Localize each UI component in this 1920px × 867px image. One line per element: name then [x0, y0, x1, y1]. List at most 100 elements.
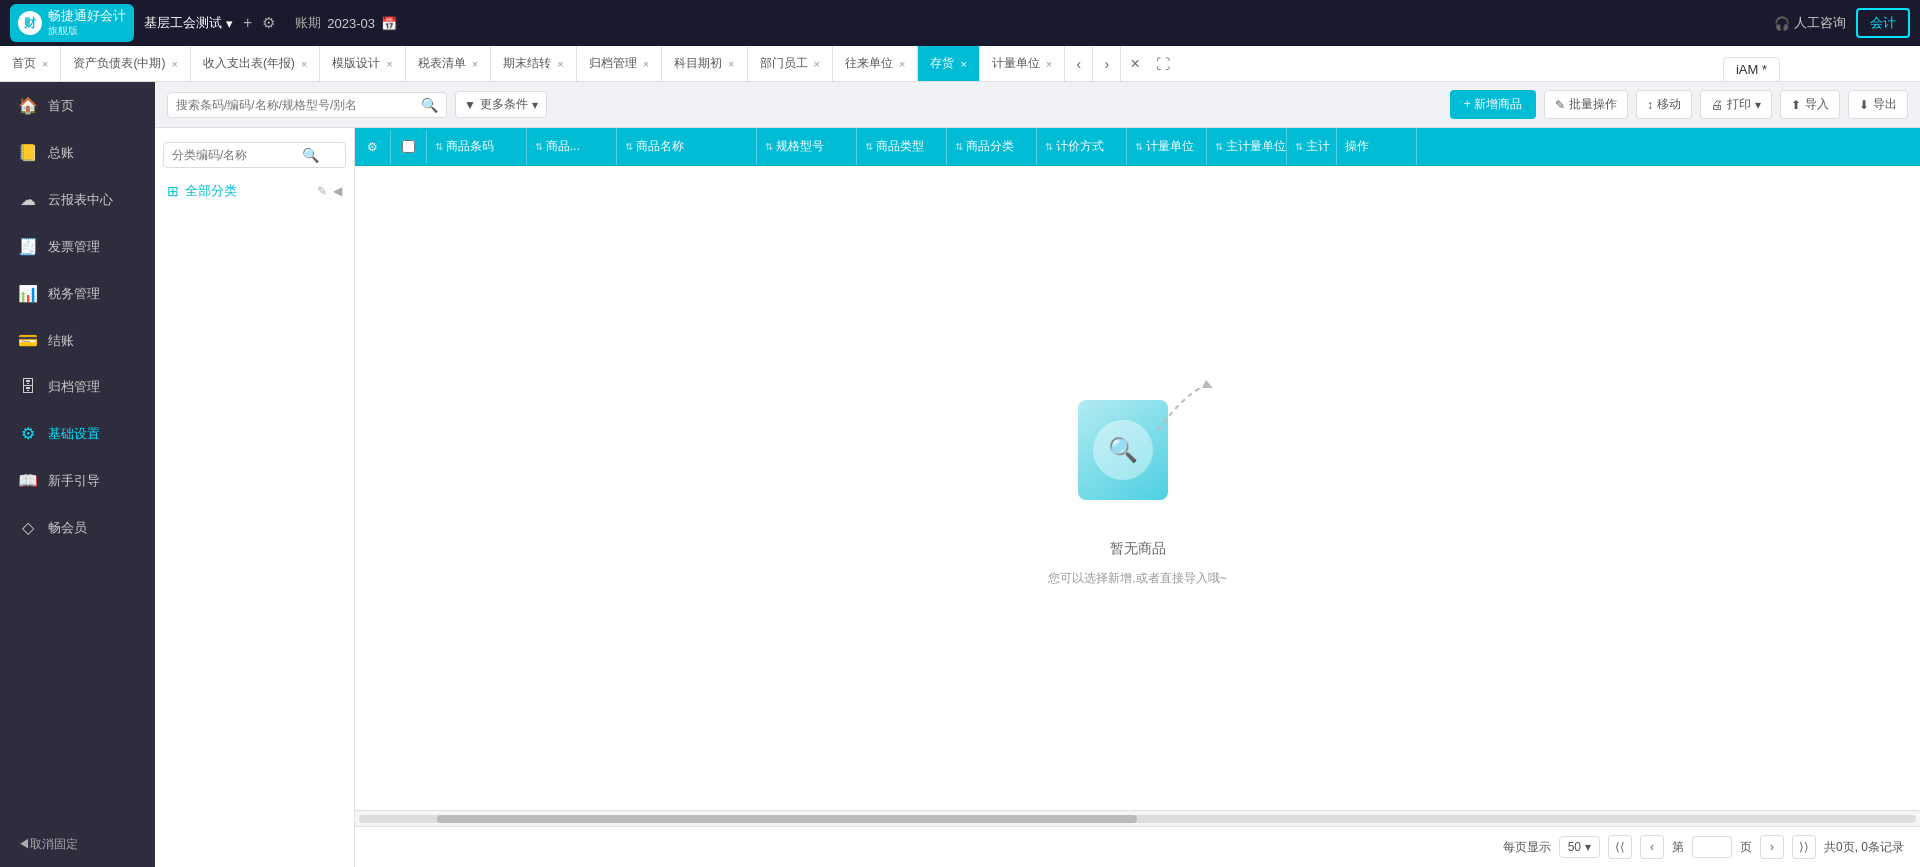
tab-partner[interactable]: 往来单位 × [833, 46, 918, 81]
tab-unit-close[interactable]: × [1046, 58, 1052, 70]
service-button[interactable]: 🎧 人工咨询 [1774, 14, 1846, 32]
tab-income-close[interactable]: × [301, 58, 307, 70]
last-page-btn[interactable]: ⟩⟩ [1792, 835, 1816, 859]
tab-unit[interactable]: 计量单位 × [980, 46, 1065, 81]
tab-department-close[interactable]: × [814, 58, 820, 70]
tab-tax-close[interactable]: × [472, 58, 478, 70]
tab-subject[interactable]: 科目期初 × [662, 46, 747, 81]
sidebar-reports-label: 云报表中心 [48, 191, 113, 209]
table-body: 🔍 暂无商品 您可以选择新增,或者直接导入哦~ [355, 166, 1920, 810]
more-conditions-label: 更多条件 [480, 96, 528, 113]
kuaiji-button[interactable]: 会计 [1856, 8, 1910, 38]
edit-icon: ✎ [1555, 98, 1565, 112]
th-name[interactable]: ⇅ 商品名称 [617, 128, 757, 165]
select-all-checkbox[interactable] [402, 140, 415, 153]
th-main-unit[interactable]: ⇅ 主计量单位 [1207, 128, 1287, 165]
th-ops-label: 操作 [1345, 138, 1369, 155]
sidebar-item-guide[interactable]: 📖 新手引导 [0, 457, 155, 504]
tab-inventory[interactable]: 存货 × [918, 46, 979, 81]
category-collapse-icon[interactable]: ◀ [333, 184, 342, 198]
horizontal-scrollbar[interactable] [355, 810, 1920, 826]
sort-unit-icon: ⇅ [1135, 141, 1143, 152]
sidebar-item-ledger[interactable]: 📒 总账 [0, 129, 155, 176]
sidebar-ledger-label: 总账 [48, 144, 74, 162]
empty-desc: 您可以选择新增,或者直接导入哦~ [1048, 570, 1226, 587]
tab-fullscreen-btn[interactable]: ⛶ [1149, 46, 1177, 81]
th-settings[interactable]: ⚙ [355, 130, 391, 164]
company-selector[interactable]: 基层工会测试 ▾ [144, 14, 233, 32]
add-tab-icon[interactable]: + [243, 14, 252, 32]
category-search-input[interactable] [172, 148, 302, 162]
th-spec[interactable]: ⇅ 规格型号 [757, 128, 857, 165]
main-search-input[interactable] [176, 98, 421, 112]
sidebar-item-closing[interactable]: 💳 结账 [0, 317, 155, 364]
th-checkbox[interactable] [391, 130, 427, 163]
page-number-input[interactable]: 1 [1692, 836, 1732, 858]
tab-inventory-close[interactable]: × [960, 58, 966, 70]
batch-ops-button[interactable]: ✎ 批量操作 [1544, 90, 1628, 119]
sidebar-item-tax[interactable]: 📊 税务管理 [0, 270, 155, 317]
more-conditions-btn[interactable]: ▼ 更多条件 ▾ [455, 91, 547, 118]
th-barcode[interactable]: ⇅ 商品条码 [427, 128, 527, 165]
settings-icon[interactable]: ⚙ [262, 14, 275, 32]
tab-partner-close[interactable]: × [899, 58, 905, 70]
add-product-button[interactable]: + 新增商品 [1450, 90, 1536, 119]
logo-area: 财 畅捷通好会计 旗舰版 [10, 4, 134, 42]
grid-icon: ⊞ [167, 183, 179, 199]
export-button[interactable]: ⬇ 导出 [1848, 90, 1908, 119]
tab-template-close[interactable]: × [386, 58, 392, 70]
header-right: 🎧 人工咨询 会计 [1774, 8, 1910, 38]
tab-template[interactable]: 模版设计 × [320, 46, 405, 81]
page-size-selector[interactable]: 50 ▾ [1559, 836, 1600, 858]
sidebar-item-archive[interactable]: 🗄 归档管理 [0, 364, 155, 410]
tab-close-all-btn[interactable]: × [1121, 46, 1149, 81]
th-num3[interactable]: ⇅ 主计 [1287, 128, 1337, 165]
tab-tax[interactable]: 税表清单 × [406, 46, 491, 81]
tab-home-close[interactable]: × [42, 58, 48, 70]
th-code[interactable]: ⇅ 商品... [527, 128, 617, 165]
cancel-pin-btn[interactable]: ◀取消固定 [0, 822, 155, 867]
tab-balance-close[interactable]: × [171, 58, 177, 70]
tab-balance[interactable]: 资产负债表(中期) × [61, 46, 190, 81]
scrollbar-thumb[interactable] [437, 815, 1138, 823]
tab-department[interactable]: 部门员工 × [748, 46, 833, 81]
dropdown-icon: ▾ [226, 16, 233, 31]
sidebar-item-reports[interactable]: ☁ 云报表中心 [0, 176, 155, 223]
th-category[interactable]: ⇅ 商品分类 [947, 128, 1037, 165]
category-search-icon: 🔍 [302, 147, 319, 163]
import-button[interactable]: ⬆ 导入 [1780, 90, 1840, 119]
tab-period-end-close[interactable]: × [557, 58, 563, 70]
tab-next-btn[interactable]: › [1093, 46, 1121, 81]
category-edit-icon[interactable]: ✎ [317, 184, 327, 198]
tab-archive[interactable]: 归档管理 × [577, 46, 662, 81]
main-search-container: 🔍 [167, 92, 447, 118]
sidebar-item-member[interactable]: ◇ 畅会员 [0, 504, 155, 551]
tab-subject-close[interactable]: × [728, 58, 734, 70]
th-code-label: 商品... [546, 138, 580, 155]
sidebar-item-invoice[interactable]: 🧾 发票管理 [0, 223, 155, 270]
sidebar-item-home[interactable]: 🏠 首页 [0, 82, 155, 129]
sort-spec-icon: ⇅ [765, 141, 773, 152]
table-header: ⚙ ⇅ 商品条码 ⇅ 商品... ⇅ 商品名称 [355, 128, 1920, 166]
category-item-all[interactable]: ⊞ 全部分类 ✎ ◀ [155, 174, 354, 208]
ledger-icon: 📒 [18, 143, 38, 162]
calendar-icon[interactable]: 📅 [381, 16, 397, 31]
tab-prev-btn[interactable]: ‹ [1065, 46, 1093, 81]
th-type[interactable]: ⇅ 商品类型 [857, 128, 947, 165]
move-button[interactable]: ↕ 移动 [1636, 90, 1692, 119]
basic-icon: ⚙ [18, 424, 38, 443]
tab-archive-close[interactable]: × [643, 58, 649, 70]
category-panel: 🔍 ⊞ 全部分类 ✎ ◀ [155, 128, 355, 867]
settings-col-icon: ⚙ [367, 140, 378, 154]
tab-home[interactable]: 首页 × [0, 46, 61, 81]
sidebar-item-basic[interactable]: ⚙ 基础设置 [0, 410, 155, 457]
tab-income[interactable]: 收入支出表(年报) × [191, 46, 320, 81]
page-label-prefix: 第 [1672, 839, 1684, 856]
first-page-btn[interactable]: ⟨⟨ [1608, 835, 1632, 859]
print-button[interactable]: 🖨 打印 ▾ [1700, 90, 1772, 119]
next-page-btn[interactable]: › [1760, 835, 1784, 859]
th-unit[interactable]: ⇅ 计量单位 [1127, 128, 1207, 165]
prev-page-btn[interactable]: ‹ [1640, 835, 1664, 859]
tab-period-end[interactable]: 期末结转 × [491, 46, 576, 81]
th-price-method[interactable]: ⇅ 计价方式 [1037, 128, 1127, 165]
